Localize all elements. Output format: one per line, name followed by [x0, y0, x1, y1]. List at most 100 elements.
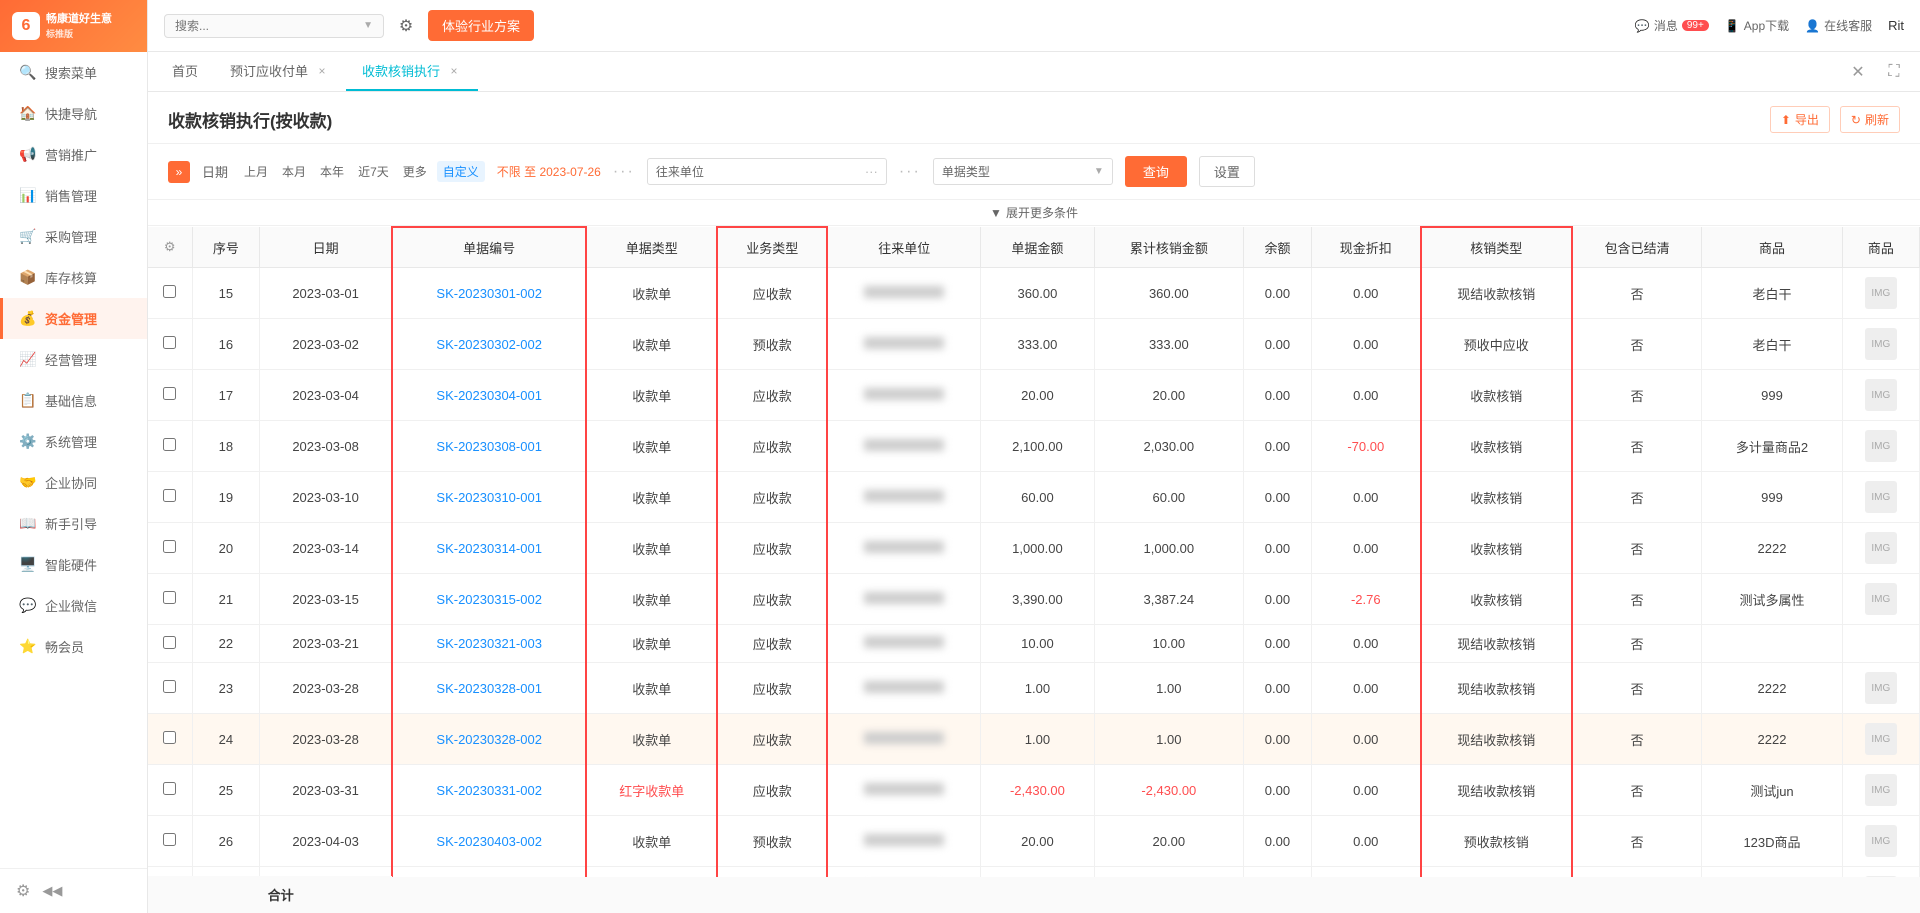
receipt-no-link[interactable]: SK-20230314-001 [436, 541, 542, 556]
sidebar-item-finance[interactable]: 💰 资金管理 [0, 298, 147, 339]
row-cash-discount: 0.00 [1311, 816, 1420, 867]
date-opt-7days[interactable]: 近7天 [354, 161, 393, 182]
notification-button[interactable]: 💬 消息 99+ [1635, 17, 1709, 34]
wechat-icon: 💬 [19, 597, 37, 615]
sidebar-item-wechat[interactable]: 💬 企业微信 [0, 585, 147, 626]
tab-close-btn[interactable]: ✕ [1844, 58, 1872, 86]
sidebar-item-stock[interactable]: 📦 库存核算 [0, 257, 147, 298]
expand-conditions-btn[interactable]: ▼ 展开更多条件 [990, 204, 1078, 221]
topbar-search-input[interactable] [175, 19, 359, 33]
trial-industry-button[interactable]: 体验行业方案 [428, 10, 534, 41]
export-button[interactable]: ⬆ 导出 [1770, 106, 1830, 133]
receipt-no-link[interactable]: SK-20230328-002 [436, 732, 542, 747]
row-cash-discount: -2.76 [1311, 574, 1420, 625]
filter-settings-button[interactable]: 设置 [1199, 156, 1255, 187]
sidebar-settings-btn[interactable]: ⚙ [16, 881, 30, 901]
row-checkbox-cell [148, 523, 192, 574]
sidebar-item-purchase[interactable]: 🛒 采购管理 [0, 216, 147, 257]
query-button[interactable]: 查询 [1125, 156, 1187, 187]
tab-verification[interactable]: 收款核销执行 × [346, 52, 478, 91]
refresh-button[interactable]: ↻ 刷新 [1840, 106, 1900, 133]
receipt-no-link[interactable]: SK-20230310-001 [436, 490, 542, 505]
counterparty-dots: ··· [865, 164, 878, 179]
row-receipt-no: SK-20230302-002 [392, 319, 586, 370]
user-text[interactable]: Rit [1888, 18, 1904, 33]
sidebar-item-hardware[interactable]: 🖥️ 智能硬件 [0, 544, 147, 585]
table-row: 162023-03-02SK-20230302-002收款单预收款333.003… [148, 319, 1920, 370]
notification-label: 消息 [1654, 17, 1678, 34]
date-opt-more[interactable]: 更多 [399, 161, 431, 182]
tab-home[interactable]: 首页 [156, 52, 214, 91]
sidebar-item-search[interactable]: 🔍 搜索菜单 [0, 52, 147, 93]
row-counterparty [827, 268, 980, 319]
receipt-no-link[interactable]: SK-20230301-002 [436, 286, 542, 301]
row-checkbox[interactable] [163, 540, 176, 553]
sidebar-item-basic[interactable]: 📋 基础信息 [0, 380, 147, 421]
sidebar-item-wechat-label: 企业微信 [45, 596, 97, 615]
receipt-no-link[interactable]: SK-20230331-002 [436, 783, 542, 798]
sidebar-item-member[interactable]: ⭐ 畅会员 [0, 626, 147, 667]
tab-preorder-close[interactable]: × [314, 63, 330, 79]
receipt-no-link[interactable]: SK-20230403-002 [436, 834, 542, 849]
online-service-button[interactable]: 👤 在线客服 [1805, 17, 1872, 34]
tab-fullscreen-btn[interactable]: ⛶ [1880, 58, 1908, 86]
receipt-no-link[interactable]: SK-20230328-001 [436, 681, 542, 696]
sidebar-item-sales[interactable]: 📊 销售管理 [0, 175, 147, 216]
tab-preorder[interactable]: 预订应收付单 × [214, 52, 346, 91]
row-checkbox[interactable] [163, 680, 176, 693]
table-row: 232023-03-28SK-20230328-001收款单应收款1.001.0… [148, 663, 1920, 714]
filter-expand-btn[interactable]: » [168, 161, 190, 183]
row-checkbox[interactable] [163, 438, 176, 451]
row-product: 老白干 [1702, 268, 1842, 319]
sidebar-collapse-btn[interactable]: ◀◀ [42, 883, 62, 899]
receipt-type-select[interactable]: 单据类型 ▼ [933, 158, 1113, 185]
app-download-button[interactable]: 📱 App下载 [1725, 17, 1789, 34]
topbar-gear-button[interactable]: ⚙ [392, 12, 420, 40]
sidebar-item-operation[interactable]: 📈 经营管理 [0, 339, 147, 380]
stock-icon: 📦 [19, 269, 37, 287]
row-checkbox[interactable] [163, 489, 176, 502]
date-opt-this-year[interactable]: 本年 [316, 161, 348, 182]
page: 收款核销执行(按收款) ⬆ 导出 ↻ 刷新 » [148, 92, 1920, 913]
row-product: 多计量商品2 [1702, 421, 1842, 472]
row-checkbox[interactable] [163, 285, 176, 298]
sidebar-item-shortcut[interactable]: 🏠 快捷导航 [0, 93, 147, 134]
guide-icon: 📖 [19, 515, 37, 533]
counterparty-input-group[interactable]: 往来单位 ··· [647, 158, 887, 185]
sidebar-item-guide[interactable]: 📖 新手引导 [0, 503, 147, 544]
receipt-no-link[interactable]: SK-20230304-001 [436, 388, 542, 403]
receipt-no-link[interactable]: SK-20230308-001 [436, 439, 542, 454]
row-checkbox[interactable] [163, 636, 176, 649]
data-table: ⚙ 序号 日期 单据编号 单据类型 业务类型 往来单位 单据金额 累计核销金额 … [148, 226, 1920, 913]
topbar-search-box[interactable]: ▼ [164, 14, 384, 38]
receipt-no-link[interactable]: SK-20230321-003 [436, 636, 542, 651]
filter-bar: » 日期 上月 本月 本年 近7天 更多 自定义 不限 至 2023-07-26 [148, 144, 1920, 200]
date-opt-custom[interactable]: 自定义 [437, 161, 485, 182]
row-receipt-no: SK-20230308-001 [392, 421, 586, 472]
app-download-label: App下载 [1744, 17, 1789, 34]
row-cash-discount: 0.00 [1311, 268, 1420, 319]
date-opt-last-month[interactable]: 上月 [240, 161, 272, 182]
row-balance: 0.00 [1244, 472, 1312, 523]
tab-verification-close[interactable]: × [446, 63, 462, 79]
sidebar: 6 畅康道好生意 标推版 🔍 搜索菜单 🏠 快捷导航 📢 营销推广 📊 销售管理… [0, 0, 148, 913]
row-checkbox[interactable] [163, 591, 176, 604]
th-settings[interactable]: ⚙ [148, 227, 192, 268]
row-checkbox[interactable] [163, 833, 176, 846]
date-opt-this-month[interactable]: 本月 [278, 161, 310, 182]
row-checkbox[interactable] [163, 782, 176, 795]
row-verified-amount: 2,030.00 [1094, 421, 1244, 472]
row-checkbox[interactable] [163, 387, 176, 400]
sidebar-item-marketing[interactable]: 📢 营销推广 [0, 134, 147, 175]
sidebar-item-system[interactable]: ⚙️ 系统管理 [0, 421, 147, 462]
topbar-search-dropdown[interactable]: ▼ [363, 20, 373, 31]
row-amount: 1,000.00 [981, 523, 1094, 574]
row-checkbox[interactable] [163, 336, 176, 349]
row-seq: 21 [192, 574, 260, 625]
counterparty-input[interactable] [710, 165, 865, 179]
row-checkbox[interactable] [163, 731, 176, 744]
content-area: 收款核销执行(按收款) ⬆ 导出 ↻ 刷新 » [148, 92, 1920, 913]
receipt-no-link[interactable]: SK-20230315-002 [436, 592, 542, 607]
sidebar-item-cooperation[interactable]: 🤝 企业协同 [0, 462, 147, 503]
receipt-no-link[interactable]: SK-20230302-002 [436, 337, 542, 352]
